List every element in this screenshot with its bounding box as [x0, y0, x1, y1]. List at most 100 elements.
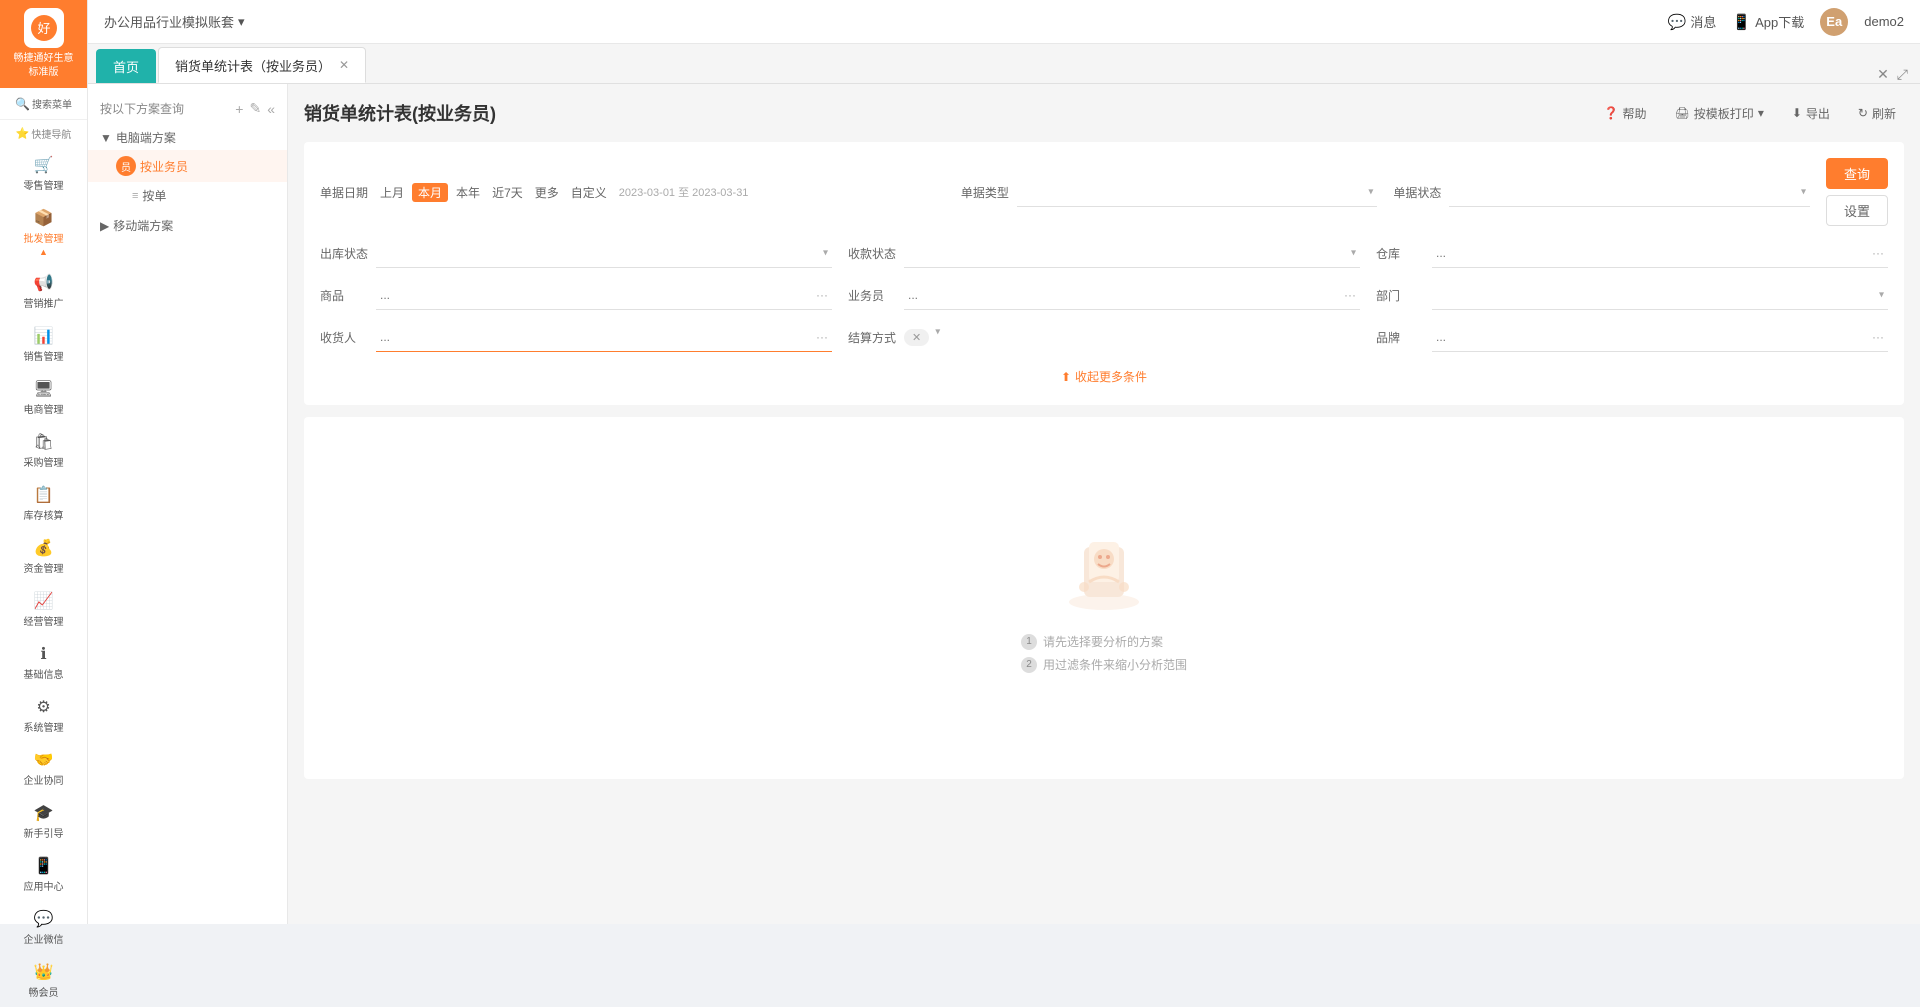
sidebar-item-base[interactable]: ℹ 基础信息: [0, 636, 87, 689]
left-panel-title: 按以下方案查询: [100, 100, 184, 117]
left-panel-collapse-btn[interactable]: «: [267, 101, 275, 117]
date-shortcut-custom[interactable]: 自定义: [567, 183, 611, 202]
salesman-more-icon[interactable]: ···: [1344, 288, 1356, 302]
message-btn[interactable]: 💬 消息: [1668, 12, 1717, 31]
marketing-icon: 📢: [34, 273, 54, 293]
warehouse-more-icon[interactable]: ···: [1872, 246, 1884, 260]
salesman-input[interactable]: [904, 280, 1360, 310]
settlement-tag-close[interactable]: ✕: [912, 331, 921, 344]
close-window-icon[interactable]: ✕: [1877, 66, 1889, 83]
sidebar-item-member[interactable]: 👑 畅会员: [0, 954, 87, 1007]
filter-product: 商品 ···: [320, 280, 832, 310]
ecommerce-icon: 🖥: [33, 379, 53, 399]
avatar-label: Ea: [1826, 14, 1842, 29]
collapse-btn[interactable]: ⬆ 收起更多条件: [320, 364, 1888, 389]
print-btn[interactable]: 🖨 按模板打印 ▾: [1667, 101, 1772, 126]
tab-sales-stat[interactable]: 销货单统计表（按业务员） ✕: [158, 47, 366, 83]
sidebar-item-system[interactable]: ⚙ 系统管理: [0, 689, 87, 742]
sidebar-item-retail[interactable]: 🛒 零售管理: [0, 147, 87, 200]
date-shortcut-last-7days[interactable]: 近7天: [488, 183, 527, 202]
plan-sub-item-by-order[interactable]: ≡ 按单: [88, 182, 287, 209]
search-menu-btn[interactable]: 🔍 搜索菜单: [0, 88, 87, 120]
sidebar-item-enterprise[interactable]: 🤝 企业协同: [0, 742, 87, 795]
doc-type-label: 单据类型: [961, 184, 1009, 201]
filter-warehouse: 仓库 ···: [1376, 238, 1888, 268]
shortcut-nav[interactable]: ⭐ 快捷导航: [10, 120, 78, 143]
maximize-icon[interactable]: ⤢: [1897, 66, 1908, 83]
plan-sub-item-order-label: 按单: [142, 187, 166, 204]
date-shortcut-this-month[interactable]: 本月: [412, 183, 448, 202]
receiver-more-icon[interactable]: ···: [816, 330, 828, 344]
main-area: 办公用品行业模拟账套 ▾ 💬 消息 📱 App下载 Ea demo2 首页 销货…: [88, 0, 1920, 924]
plan-group-mobile-arrow: ▶: [100, 219, 109, 233]
doc-type-input[interactable]: [1017, 177, 1378, 207]
app-logo[interactable]: 好 畅捷通好生意 标准版: [0, 0, 87, 88]
plan-group-mobile-title[interactable]: ▶ 移动端方案: [88, 213, 287, 238]
department-label: 部门: [1376, 287, 1424, 304]
sidebar-item-finance[interactable]: 💰 资金管理: [0, 530, 87, 583]
user-avatar[interactable]: Ea: [1820, 8, 1848, 36]
tab-close-icon[interactable]: ✕: [339, 58, 349, 72]
filter-date: 单据日期 上月 本月 本年 近7天 更多 自定义 2023-03-01 至 20…: [320, 183, 945, 202]
sidebar-item-marketing[interactable]: 📢 营销推广: [0, 265, 87, 318]
sidebar-item-appstore[interactable]: 📱 应用中心: [0, 848, 87, 901]
export-icon: ⬇: [1792, 106, 1802, 120]
doc-type-control: ▾: [1017, 177, 1378, 207]
sidebar-item-wholesale[interactable]: 📦 批发管理 ▲: [0, 200, 87, 265]
department-input[interactable]: [1432, 280, 1888, 310]
filter-panel: 单据日期 上月 本月 本年 近7天 更多 自定义 2023-03-01 至 20…: [304, 142, 1904, 405]
empty-state-illustration: [1054, 517, 1154, 617]
tab-home[interactable]: 首页: [96, 49, 156, 83]
sidebar-item-wechat[interactable]: 💬 企业微信: [0, 901, 87, 954]
user-name[interactable]: demo2: [1864, 14, 1904, 29]
appstore-icon: 📱: [34, 856, 54, 876]
date-control: 上月 本月 本年 近7天 更多 自定义 2023-03-01 至 2023-03…: [376, 183, 945, 202]
left-panel-edit-btn[interactable]: ✎: [249, 100, 261, 117]
filter-receiver: 收货人 ···: [320, 322, 832, 352]
export-btn[interactable]: ⬇ 导出: [1784, 101, 1838, 126]
warehouse-control: ···: [1432, 238, 1888, 268]
brand-label: 品牌: [1376, 329, 1424, 346]
settlement-tag: ✕: [904, 329, 929, 346]
product-input[interactable]: [376, 280, 832, 310]
settings-button[interactable]: 设置: [1826, 195, 1888, 226]
product-control: ···: [376, 280, 832, 310]
date-shortcut-last-month[interactable]: 上月: [376, 183, 408, 202]
warehouse-input[interactable]: [1432, 238, 1888, 268]
doc-status-input[interactable]: [1449, 177, 1810, 207]
sidebar-item-sales[interactable]: 📊 销售管理: [0, 318, 87, 371]
filter-salesman: 业务员 ···: [848, 280, 1360, 310]
sidebar-item-inventory[interactable]: 📋 库存核算: [0, 477, 87, 530]
help-btn[interactable]: ❓ 帮助: [1596, 101, 1655, 126]
recv-status-label: 收款状态: [848, 245, 896, 262]
filter-doc-type: 单据类型 ▾: [961, 177, 1378, 207]
page-title: 销货单统计表(按业务员): [304, 100, 496, 126]
member-icon: 👑: [34, 962, 54, 982]
sidebar-item-newbie[interactable]: 🎓 新手引导: [0, 795, 87, 848]
wholesale-arrow: ▲: [39, 247, 48, 257]
app-download-btn[interactable]: 📱 App下载: [1732, 12, 1804, 31]
recv-status-input[interactable]: [904, 238, 1360, 268]
query-button[interactable]: 查询: [1826, 158, 1888, 189]
left-panel-add-btn[interactable]: +: [235, 101, 243, 117]
receiver-label: 收货人: [320, 329, 368, 346]
sidebar-item-purchase[interactable]: 🛍 采购管理: [0, 424, 87, 477]
product-more-icon[interactable]: ···: [816, 288, 828, 302]
sidebar-item-operations[interactable]: 📈 经营管理: [0, 583, 87, 636]
sidebar-item-ecommerce[interactable]: 🖥 电商管理: [0, 371, 87, 424]
plan-group-pc-title[interactable]: ▼ 电脑端方案: [88, 125, 287, 150]
brand-more-icon[interactable]: ···: [1872, 330, 1884, 344]
brand-input[interactable]: [1432, 322, 1888, 352]
help-icon: ❓: [1604, 106, 1619, 120]
message-icon: 💬: [1668, 13, 1687, 31]
date-shortcut-this-year[interactable]: 本年: [452, 183, 484, 202]
plan-item-by-salesman[interactable]: 员 按业务员: [88, 150, 287, 182]
refresh-btn[interactable]: ↻ 刷新: [1850, 101, 1904, 126]
out-status-input[interactable]: [376, 238, 832, 268]
purchase-icon: 🛍: [33, 432, 53, 452]
topbar: 办公用品行业模拟账套 ▾ 💬 消息 📱 App下载 Ea demo2: [88, 0, 1920, 44]
app-name-btn[interactable]: 办公用品行业模拟账套 ▾: [104, 12, 245, 31]
receiver-input[interactable]: [376, 322, 832, 352]
empty-tip-1: 1 请先选择要分析的方案: [1021, 633, 1187, 650]
date-shortcut-more[interactable]: 更多: [531, 183, 563, 202]
